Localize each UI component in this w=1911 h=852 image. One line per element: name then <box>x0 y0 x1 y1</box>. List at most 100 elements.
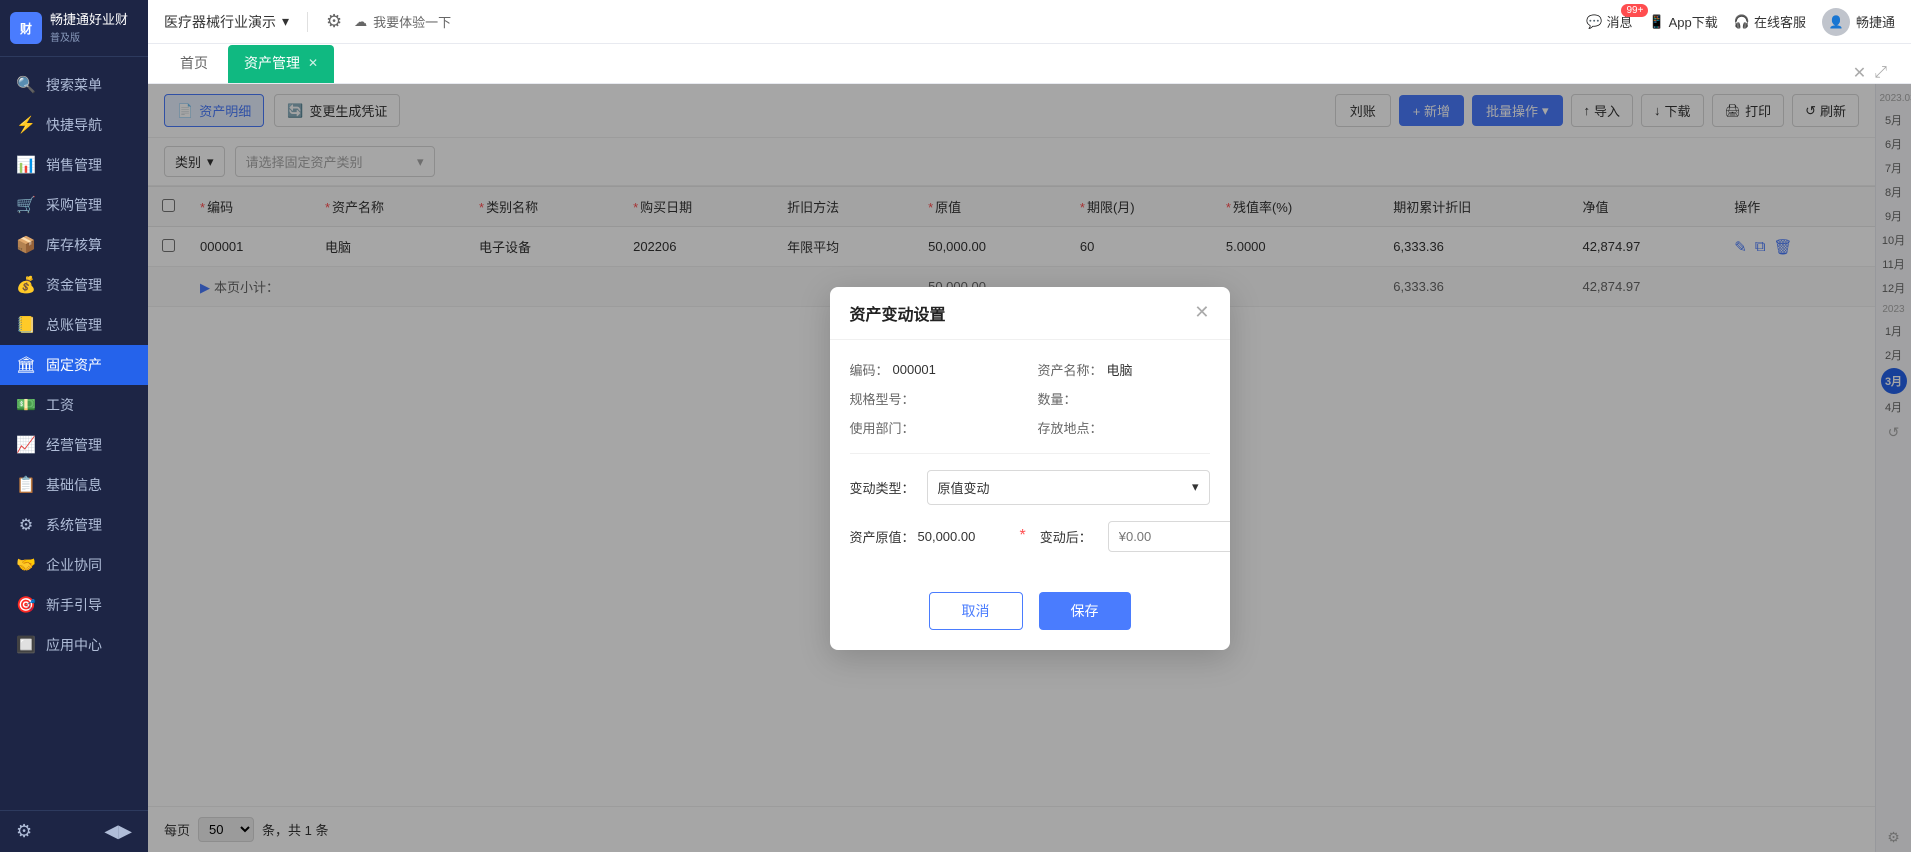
cancel-btn[interactable]: 取消 <box>929 592 1023 630</box>
guide-icon: 🎯 <box>16 595 36 615</box>
dialog-footer: 取消 保存 <box>830 592 1230 650</box>
window-controls: ✕ ⤢ <box>1853 63 1895 83</box>
dialog-title: 资产变动设置 <box>850 301 946 325</box>
required-star: * <box>1020 527 1026 545</box>
sidebar-item-label: 销售管理 <box>46 155 102 175</box>
settings-icon[interactable]: ⚙ <box>16 821 32 842</box>
app-label: App下载 <box>1669 12 1718 31</box>
user-btn[interactable]: 👤 畅捷通 <box>1822 8 1895 36</box>
dept-label: 使用部门： <box>850 418 915 437</box>
company-chevron-icon: ▾ <box>282 13 289 30</box>
service-icon: 🎧 <box>1734 14 1750 30</box>
save-btn[interactable]: 保存 <box>1039 592 1131 630</box>
content-area: 📄 资产明细 🔄 变更生成凭证 刘账 + 新增 批量操作 ▾ ↑ <box>148 84 1911 852</box>
sidebar-item-label: 库存核算 <box>46 235 102 255</box>
app-center-icon: 🔲 <box>16 635 36 655</box>
sidebar-item-fixed-assets[interactable]: 🏛固定资产 <box>0 345 148 385</box>
sidebar-item-payroll[interactable]: 💵 工资 <box>0 385 148 425</box>
sidebar-item-label: 快捷导航 <box>46 115 102 135</box>
dialog-info-grid: 编码： 000001 资产名称： 电脑 规格型号： 数量： <box>850 360 1210 454</box>
topbar-divider <box>307 12 308 32</box>
location-label: 存放地点： <box>1038 418 1103 437</box>
sidebar-item-guide[interactable]: 🎯 新手引导 <box>0 585 148 625</box>
experience-label: 我要体验一下 <box>373 12 451 31</box>
online-service-btn[interactable]: 🎧 在线客服 <box>1734 12 1806 31</box>
asset-change-dialog: 资产变动设置 ✕ 编码： 000001 资产名称： 电脑 <box>830 287 1230 650</box>
change-type-value: 原值变动 <box>938 478 990 497</box>
app-download-btn[interactable]: 📱 App下载 <box>1648 12 1717 31</box>
sidebar-item-label: 应用中心 <box>46 635 102 655</box>
settings-icon[interactable]: ⚙ <box>326 11 342 32</box>
sidebar-item-quick-nav[interactable]: ⚡快捷导航 <box>0 105 148 145</box>
dialog-close-btn[interactable]: ✕ <box>1194 302 1209 323</box>
sidebar-item-enterprise[interactable]: 🤝 企业协同 <box>0 545 148 585</box>
sidebar-item-sales[interactable]: 📊 销售管理 <box>0 145 148 185</box>
main-area: 医疗器械行业演示 ▾ ⚙ ☁ 我要体验一下 💬 消息 99+ 📱 App下载 🎧… <box>148 0 1911 852</box>
experience-btn[interactable]: ☁ 我要体验一下 <box>354 12 451 31</box>
window-expand-icon[interactable]: ⤢ <box>1874 64 1887 82</box>
sidebar-item-label: 固定资产 <box>46 355 102 375</box>
topbar: 医疗器械行业演示 ▾ ⚙ ☁ 我要体验一下 💬 消息 99+ 📱 App下载 🎧… <box>148 0 1911 44</box>
avatar: 👤 <box>1822 8 1850 36</box>
inventory-icon: 📦 <box>16 235 36 255</box>
sidebar-item-inventory[interactable]: 📦 库存核算 <box>0 225 148 265</box>
logo-icon: 财 <box>10 12 42 44</box>
tab-close-icon[interactable]: ✕ <box>308 56 318 70</box>
original-label: 资产原值： <box>850 527 906 546</box>
sidebar-item-search[interactable]: 🔍 搜索菜单 <box>0 65 148 105</box>
original-value-row: 资产原值： 50,000.00 * 变动后： <box>850 521 1210 552</box>
enterprise-icon: 🤝 <box>16 555 36 575</box>
sidebar-item-label: 资金管理 <box>46 275 102 295</box>
collapse-icon[interactable]: ◀▶ <box>104 821 132 842</box>
quantity-label: 数量： <box>1038 389 1077 408</box>
payroll-icon: 💵 <box>16 395 36 415</box>
sidebar-item-label: 经营管理 <box>46 435 102 455</box>
sidebar-item-label: 新手引导 <box>46 595 102 615</box>
sidebar-item-label: 采购管理 <box>46 195 102 215</box>
app-icon: 📱 <box>1648 14 1664 30</box>
sidebar-item-system[interactable]: ⚙系统管理 <box>0 505 148 545</box>
basic-info-icon: 📋 <box>16 475 36 495</box>
after-value-input[interactable] <box>1108 521 1230 552</box>
sidebar-item-label: 搜索菜单 <box>46 75 102 95</box>
dialog-header: 资产变动设置 ✕ <box>830 287 1230 340</box>
spec-label: 规格型号： <box>850 389 915 408</box>
tab-asset-management[interactable]: 资产管理 ✕ <box>228 45 334 83</box>
ledger-icon: 📒 <box>16 315 36 335</box>
after-label: 变动后： <box>1040 527 1096 546</box>
operations-icon: 📈 <box>16 435 36 455</box>
sidebar-item-ledger[interactable]: 📒 总账管理 <box>0 305 148 345</box>
sidebar-item-purchase[interactable]: 🛒 采购管理 <box>0 185 148 225</box>
search-icon: 🔍 <box>16 75 36 95</box>
code-value: 000001 <box>893 362 936 377</box>
sidebar-nav: 🔍 搜索菜单 ⚡快捷导航 📊 销售管理 🛒 采购管理 📦 库存核算 💰 资金管理 📒 总账管理 🏛固定资产… <box>0 57 148 810</box>
sidebar-item-finance[interactable]: 💰 资金管理 <box>0 265 148 305</box>
company-selector[interactable]: 医疗器械行业演示 ▾ <box>164 12 289 32</box>
username: 畅捷通 <box>1856 12 1895 31</box>
logo-sub: 普及版 <box>50 29 128 44</box>
experience-icon: ☁ <box>354 14 367 30</box>
purchase-icon: 🛒 <box>16 195 36 215</box>
sidebar-item-operations[interactable]: 📈 经营管理 <box>0 425 148 465</box>
asset-name-label: 资产名称： <box>1038 360 1103 379</box>
change-type-label: 变动类型： <box>850 478 915 497</box>
window-close-icon[interactable]: ✕ <box>1853 63 1866 83</box>
info-spec: 规格型号： <box>850 389 1022 408</box>
sidebar-item-label: 工资 <box>46 395 74 415</box>
tab-home[interactable]: 首页 <box>164 45 224 83</box>
finance-icon: 💰 <box>16 275 36 295</box>
sidebar-item-label: 企业协同 <box>46 555 102 575</box>
change-type-chevron-icon: ▾ <box>1192 479 1199 495</box>
dialog-body: 编码： 000001 资产名称： 电脑 规格型号： 数量： <box>830 340 1230 592</box>
message-btn[interactable]: 💬 消息 99+ <box>1586 12 1632 31</box>
asset-name-value: 电脑 <box>1107 360 1133 379</box>
sidebar: 财 畅捷通好业财 普及版 🔍搜索菜单⚡快捷导航📊销售管理🛒采购管理📦库存核算💰资… <box>0 0 148 852</box>
tab-home-label: 首页 <box>180 55 208 71</box>
sidebar-item-basic-info[interactable]: 📋基础信息 <box>0 465 148 505</box>
message-icon: 💬 <box>1586 14 1602 30</box>
sidebar-bottom: ⚙ ◀▶ <box>0 810 148 852</box>
sidebar-item-app-center[interactable]: 🔲 应用中心 <box>0 625 148 665</box>
sales-icon: 📊 <box>16 155 36 175</box>
change-type-select[interactable]: 原值变动 ▾ <box>927 470 1210 505</box>
sidebar-item-label: 总账管理 <box>46 315 102 335</box>
